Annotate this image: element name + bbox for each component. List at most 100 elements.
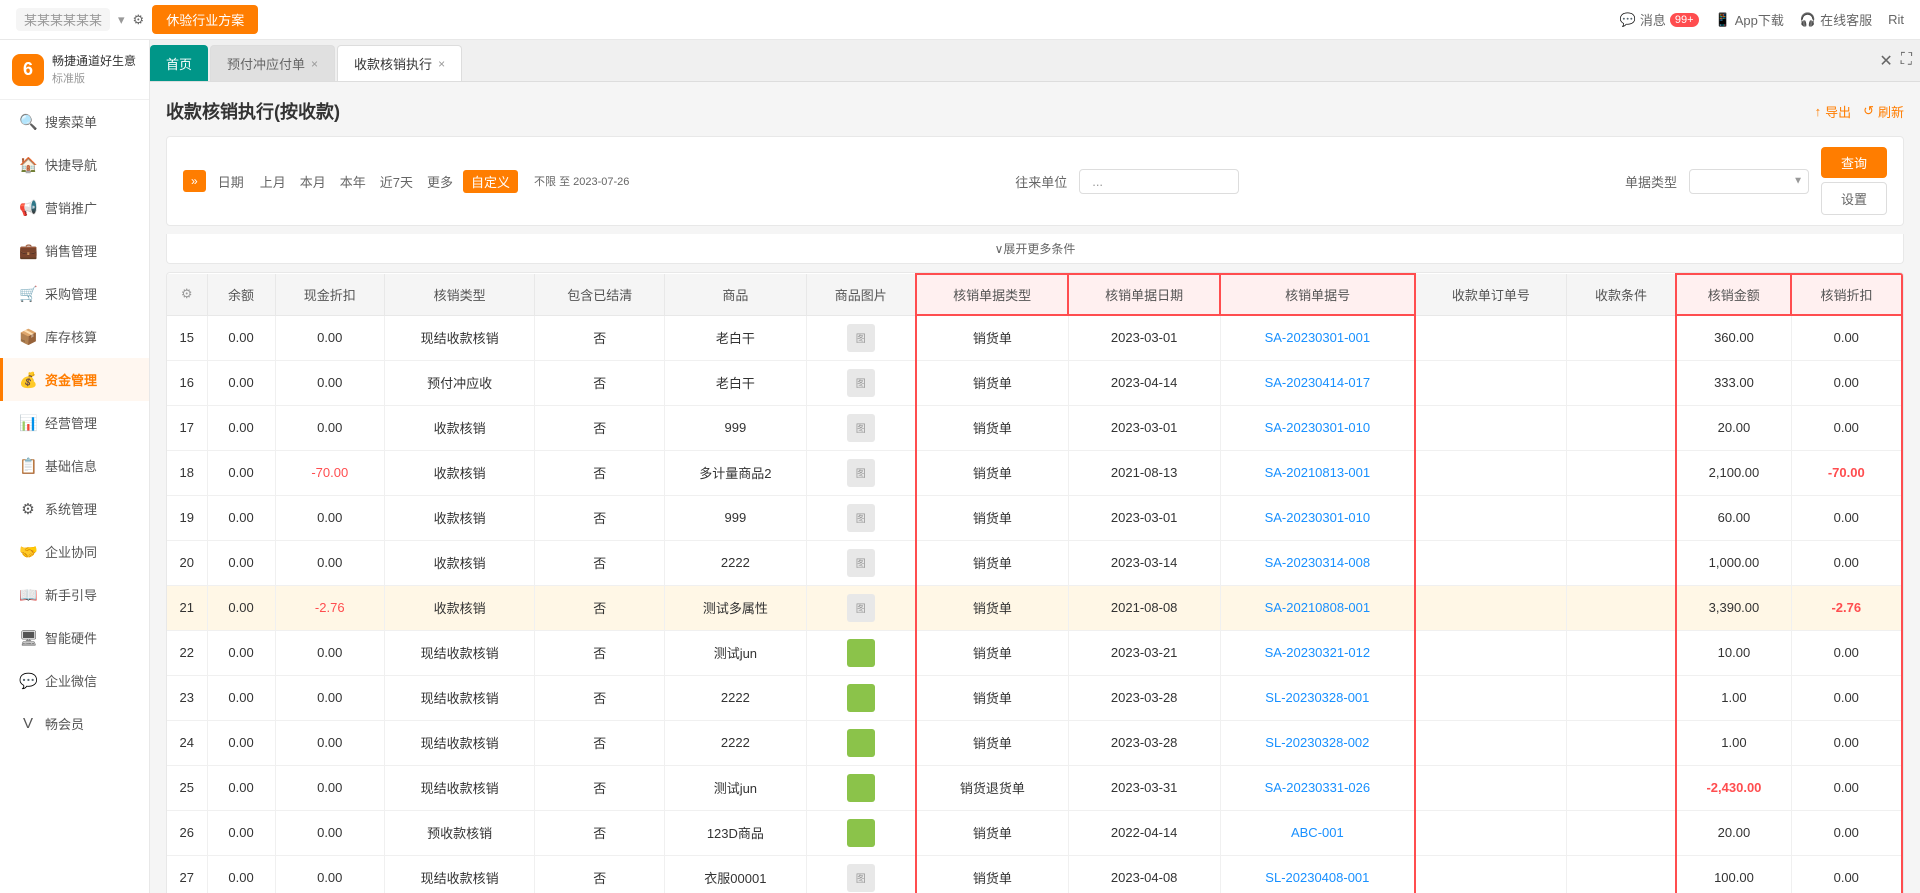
tab-collection[interactable]: 收款核销执行 × bbox=[337, 45, 462, 81]
data-table-container: ⚙ 余额 现金折扣 核销类型 包含已结清 商品 商品图片 核销单据类型 核销单据… bbox=[166, 272, 1904, 893]
table-row: 25 0.00 0.00 现结收款核销 否 测试jun 销货退货单 2023-0… bbox=[167, 765, 1902, 810]
sidebar-item-guide[interactable]: 📖 新手引导 bbox=[0, 573, 149, 616]
cell-balance: 0.00 bbox=[207, 540, 275, 585]
cancel-doc-no-link[interactable]: SA-20230301-001 bbox=[1265, 330, 1371, 345]
date-opt-this-month[interactable]: 本月 bbox=[296, 170, 330, 193]
cancel-doc-no-link[interactable]: SA-20210808-001 bbox=[1265, 600, 1371, 615]
from-unit-input[interactable]: ... bbox=[1079, 169, 1239, 194]
cancel-doc-no-link[interactable]: SA-20210813-001 bbox=[1265, 465, 1371, 480]
query-button[interactable]: 查询 bbox=[1821, 147, 1887, 178]
sidebar-item-purchase[interactable]: 🛒 采购管理 bbox=[0, 272, 149, 315]
sidebar-item-quick[interactable]: 🏠 快捷导航 bbox=[0, 143, 149, 186]
company-name[interactable]: 某某某某某某 bbox=[16, 8, 110, 31]
col-header-cancel-type: 核销类型 bbox=[384, 274, 534, 315]
export-button[interactable]: ↑ 导出 bbox=[1815, 102, 1852, 121]
sidebar-item-hardware[interactable]: 🖥 智能硬件 bbox=[0, 616, 149, 659]
filter-bar: » 日期 上月 本月 本年 近7天 更多 自定义 不限 至 2023-07-26 bbox=[166, 136, 1904, 226]
tab-collection-close-icon[interactable]: × bbox=[438, 57, 445, 71]
gear-icon[interactable]: ⚙ bbox=[133, 12, 145, 28]
service-label: 在线客服 bbox=[1820, 10, 1872, 29]
sidebar-item-system[interactable]: ⚙ 系统管理 bbox=[0, 487, 149, 530]
date-opt-7days[interactable]: 近7天 bbox=[376, 170, 417, 193]
col-settings[interactable]: ⚙ bbox=[167, 274, 207, 315]
cancel-doc-no-link[interactable]: ABC-001 bbox=[1291, 825, 1344, 840]
date-opt-this-year[interactable]: 本年 bbox=[336, 170, 370, 193]
cancel-doc-no-link[interactable]: SA-20230301-010 bbox=[1265, 510, 1371, 525]
cell-goods-image bbox=[806, 810, 916, 855]
cancel-doc-no-link[interactable]: SA-20230321-012 bbox=[1265, 645, 1371, 660]
sidebar-item-wechat[interactable]: 💬 企业微信 bbox=[0, 659, 149, 702]
cell-cancel-doc-no: SA-20230301-001 bbox=[1220, 315, 1415, 360]
date-opt-custom[interactable]: 自定义 bbox=[463, 170, 518, 193]
cell-goods-image: 图 bbox=[806, 855, 916, 893]
cell-receipt-order-no bbox=[1415, 450, 1566, 495]
cell-cash-discount: 0.00 bbox=[275, 540, 384, 585]
cell-cancel-doc-date: 2023-03-31 bbox=[1068, 765, 1220, 810]
table-row: 26 0.00 0.00 预收款核销 否 123D商品 销货单 2022-04-… bbox=[167, 810, 1902, 855]
cell-receipt-condition bbox=[1566, 855, 1676, 893]
close-window-icon[interactable]: ✕ bbox=[1879, 51, 1892, 71]
doc-type-select[interactable] bbox=[1689, 169, 1809, 194]
sidebar-item-member[interactable]: V 畅会员 bbox=[0, 702, 149, 745]
tab-advance-close-icon[interactable]: × bbox=[311, 57, 318, 71]
cell-include-settled: 否 bbox=[535, 450, 665, 495]
table-row: 18 0.00 -70.00 收款核销 否 多计量商品2 图 销货单 2021-… bbox=[167, 450, 1902, 495]
cell-goods-image: 图 bbox=[806, 360, 916, 405]
operation-icon: 📊 bbox=[19, 414, 37, 432]
date-opt-more[interactable]: 更多 bbox=[423, 170, 457, 193]
sidebar-item-finance[interactable]: 💰 资金管理 bbox=[0, 358, 149, 401]
cancel-doc-no-link[interactable]: SL-20230328-001 bbox=[1265, 690, 1369, 705]
cell-index: 18 bbox=[167, 450, 207, 495]
tab-advance[interactable]: 预付冲应付单 × bbox=[210, 45, 335, 81]
sidebar-item-basic[interactable]: 📋 基础信息 bbox=[0, 444, 149, 487]
message-group[interactable]: 💬 消息 99+ bbox=[1620, 10, 1699, 29]
cancel-doc-no-link[interactable]: SA-20230314-008 bbox=[1265, 555, 1371, 570]
user-name-group[interactable]: Rit bbox=[1888, 12, 1904, 27]
cell-goods-image: 图 bbox=[806, 585, 916, 630]
service-group[interactable]: 🎧 在线客服 bbox=[1800, 10, 1872, 29]
date-opt-last-month[interactable]: 上月 bbox=[256, 170, 290, 193]
maximize-icon[interactable]: ⛶ bbox=[1901, 51, 1912, 71]
cancel-doc-no-link[interactable]: SL-20230408-001 bbox=[1265, 870, 1369, 885]
sidebar-label-system: 系统管理 bbox=[45, 499, 97, 518]
cell-cancel-doc-date: 2021-08-13 bbox=[1068, 450, 1220, 495]
sidebar-logo: 6 畅捷通道好生意 标准版 bbox=[0, 40, 149, 100]
sidebar-item-inventory[interactable]: 📦 库存核算 bbox=[0, 315, 149, 358]
cell-cancel-amount: 1.00 bbox=[1676, 675, 1791, 720]
cell-cancel-amount: 20.00 bbox=[1676, 405, 1791, 450]
cell-cancel-doc-date: 2023-03-01 bbox=[1068, 405, 1220, 450]
cancel-doc-no-link[interactable]: SA-20230414-017 bbox=[1265, 375, 1371, 390]
cell-receipt-condition bbox=[1566, 630, 1676, 675]
app-icon: 📱 bbox=[1715, 12, 1731, 28]
cell-include-settled: 否 bbox=[535, 540, 665, 585]
cell-cancel-discount: 0.00 bbox=[1791, 855, 1902, 893]
cell-goods-image: 图 bbox=[806, 315, 916, 360]
cell-cancel-amount: 10.00 bbox=[1676, 630, 1791, 675]
filter-expand-arrow[interactable]: » bbox=[183, 170, 206, 192]
cell-receipt-condition bbox=[1566, 810, 1676, 855]
sidebar-item-sales[interactable]: 💼 销售管理 bbox=[0, 229, 149, 272]
col-header-cancel-amount: 核销金额 bbox=[1676, 274, 1791, 315]
cell-cancel-discount: 0.00 bbox=[1791, 810, 1902, 855]
sidebar-item-enterprise[interactable]: 🤝 企业协同 bbox=[0, 530, 149, 573]
sidebar-item-search[interactable]: 🔍 搜索菜单 bbox=[0, 100, 149, 143]
cell-cancel-discount: 0.00 bbox=[1791, 315, 1902, 360]
cancel-doc-no-link[interactable]: SL-20230328-002 bbox=[1265, 735, 1369, 750]
app-download-group[interactable]: 📱 App下载 bbox=[1715, 10, 1784, 29]
cell-index: 17 bbox=[167, 405, 207, 450]
cell-cancel-type: 收款核销 bbox=[384, 450, 534, 495]
sidebar-item-operation[interactable]: 📊 经营管理 bbox=[0, 401, 149, 444]
app-label: App下载 bbox=[1735, 10, 1784, 29]
cell-cancel-type: 现结收款核销 bbox=[384, 675, 534, 720]
cell-cancel-type: 现结收款核销 bbox=[384, 765, 534, 810]
tab-home[interactable]: 首页 bbox=[150, 45, 208, 81]
table-settings-icon[interactable]: ⚙ bbox=[181, 286, 193, 301]
solution-button[interactable]: 休验行业方案 bbox=[152, 5, 258, 34]
cancel-doc-no-link[interactable]: SA-20230301-010 bbox=[1265, 420, 1371, 435]
cancel-doc-no-link[interactable]: SA-20230331-026 bbox=[1265, 780, 1371, 795]
settings-button[interactable]: 设置 bbox=[1821, 182, 1887, 215]
expand-more-row[interactable]: ∨ 展开更多条件 bbox=[166, 234, 1904, 264]
cell-cash-discount: 0.00 bbox=[275, 630, 384, 675]
sidebar-item-marketing[interactable]: 📢 营销推广 bbox=[0, 186, 149, 229]
refresh-button[interactable]: ↺ 刷新 bbox=[1863, 102, 1904, 121]
